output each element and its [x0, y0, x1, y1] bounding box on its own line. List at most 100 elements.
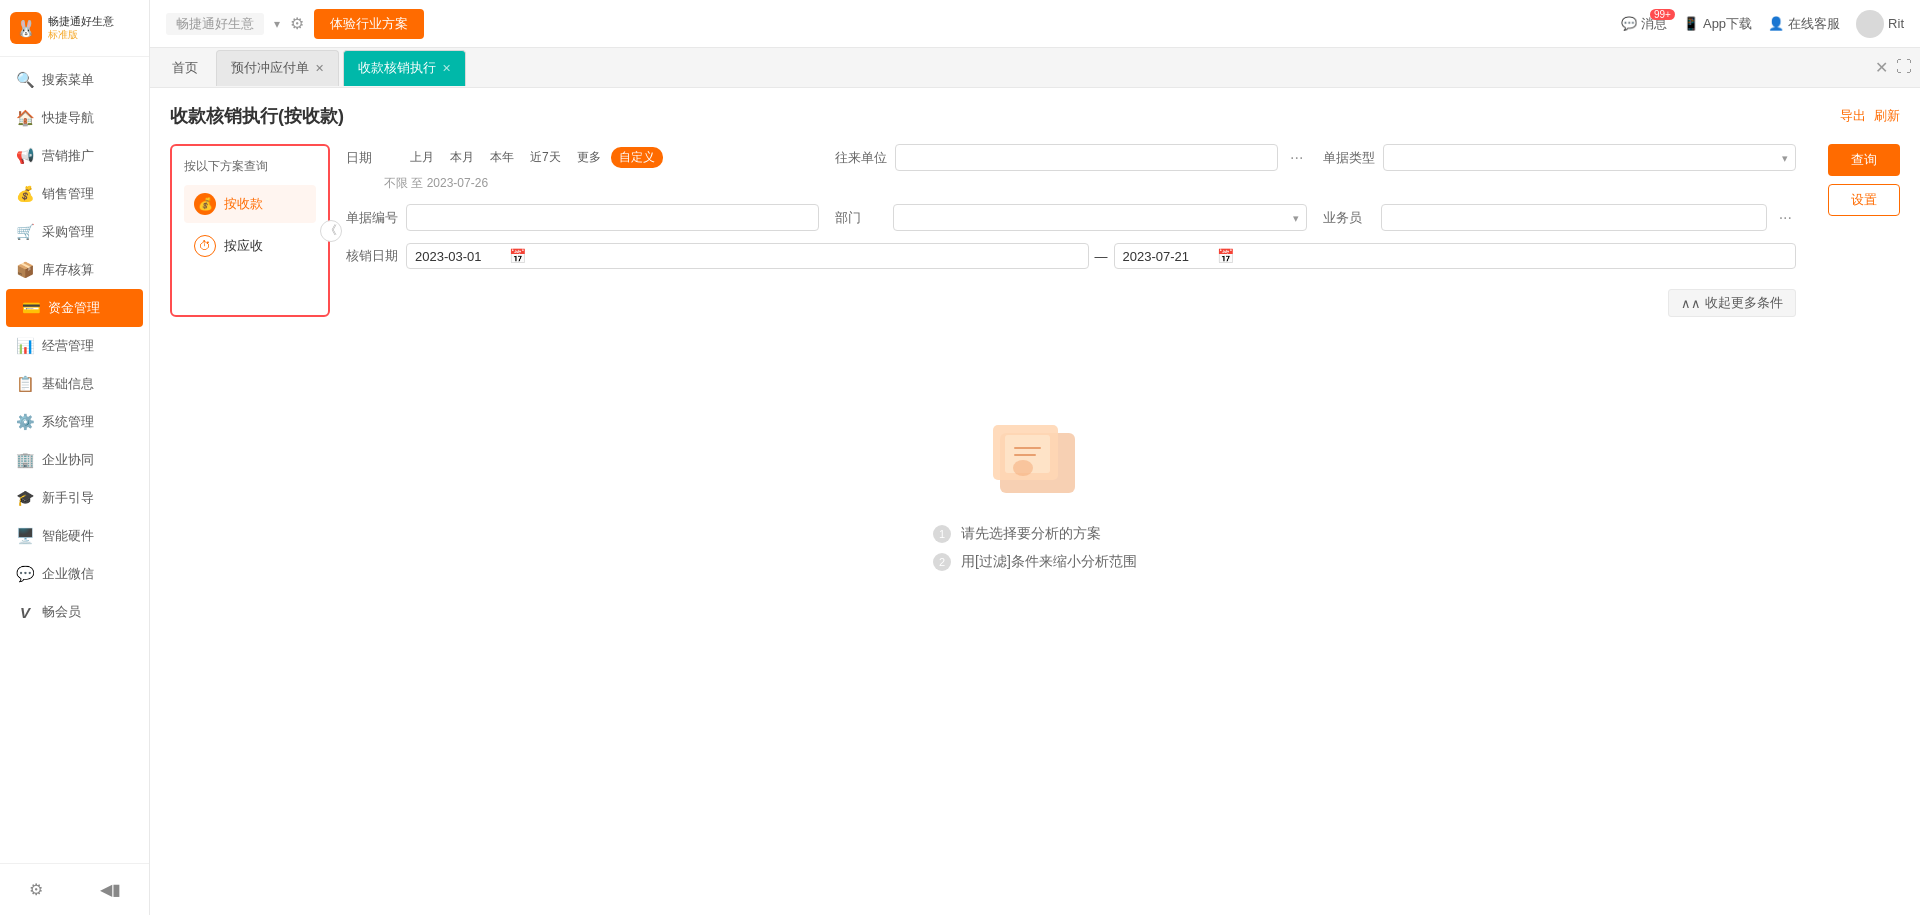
- sidebar-nav: 🔍 搜索菜单 🏠 快捷导航 📢 营销推广 💰 销售管理 🛒 采购管理 📦 库存核…: [0, 57, 149, 863]
- sidebar-item-wechat[interactable]: 💬 企业微信: [0, 555, 149, 593]
- export-btn[interactable]: 导出: [1840, 107, 1866, 125]
- receivable-filter-icon: ⏱: [194, 235, 216, 257]
- page-container: 收款核销执行(按收款) 导出 刷新 按以下方案查询 💰 按收款 ⏱: [150, 88, 1920, 915]
- sidebar-item-coop[interactable]: 🏢 企业协同: [0, 441, 149, 479]
- sidebar-item-basic[interactable]: 📋 基础信息: [0, 365, 149, 403]
- messages-btn[interactable]: 💬 消息 99+: [1621, 15, 1667, 33]
- empty-hint-1: 1 请先选择要分析的方案: [933, 519, 1137, 547]
- date-btn-this-month[interactable]: 本月: [444, 147, 480, 168]
- tab-home[interactable]: 首页: [158, 50, 212, 86]
- sidebar-item-quick[interactable]: 🏠 快捷导航: [0, 99, 149, 137]
- sidebar-item-label: 畅会员: [42, 603, 81, 621]
- sidebar-item-label: 快捷导航: [42, 109, 94, 127]
- tab-receipt-label: 收款核销执行: [358, 59, 436, 77]
- filter-option-receivable-label: 按应收: [224, 237, 263, 255]
- maximize-icon[interactable]: ⛶: [1896, 58, 1912, 77]
- sidebar-item-purchase[interactable]: 🛒 采购管理: [0, 213, 149, 251]
- system-nav-icon: ⚙️: [16, 413, 34, 431]
- date-field: 日期 上月 本月 本年 近7天 更多 自定义: [346, 147, 819, 168]
- tab-home-label: 首页: [172, 59, 198, 77]
- refresh-btn[interactable]: 刷新: [1874, 107, 1900, 125]
- sidebar-item-inventory[interactable]: 📦 库存核算: [0, 251, 149, 289]
- date-btn-last-month[interactable]: 上月: [404, 147, 440, 168]
- sidebar-item-search[interactable]: 🔍 搜索菜单: [0, 61, 149, 99]
- department-field: 部门: [835, 204, 1308, 231]
- user-profile-btn[interactable]: Rit: [1856, 10, 1904, 38]
- sidebar-item-marketing[interactable]: 📢 营销推广: [0, 137, 149, 175]
- empty-state: 1 请先选择要分析的方案 2 用[过滤]条件来缩小分析范围: [170, 333, 1900, 655]
- staff-ellipsis-icon[interactable]: ···: [1775, 209, 1796, 227]
- doc-type-select[interactable]: [1383, 144, 1796, 171]
- date-btn-custom[interactable]: 自定义: [611, 147, 663, 168]
- sidebar-item-business[interactable]: 📊 经营管理: [0, 327, 149, 365]
- sidebar-item-label: 企业协同: [42, 451, 94, 469]
- user-avatar: [1856, 10, 1884, 38]
- doc-type-label: 单据类型: [1323, 149, 1375, 167]
- tab-receipt-close-icon[interactable]: ✕: [442, 62, 451, 75]
- sidebar-item-label: 基础信息: [42, 375, 94, 393]
- form-row-2: 单据编号 部门: [346, 204, 1796, 231]
- sales-nav-icon: 💰: [16, 185, 34, 203]
- doc-type-select-wrap: [1383, 144, 1796, 171]
- finance-nav-icon: 💳: [22, 299, 40, 317]
- filter-option-receipt[interactable]: 💰 按收款: [184, 185, 316, 223]
- doc-type-field: 单据类型: [1323, 144, 1796, 171]
- header-dropdown-btn[interactable]: ▾: [274, 17, 280, 31]
- search-nav-icon: 🔍: [16, 71, 34, 89]
- dept-select[interactable]: [893, 204, 1308, 231]
- settings-bottom-btn[interactable]: ⚙: [21, 872, 51, 907]
- wechat-nav-icon: 💬: [16, 565, 34, 583]
- online-service-btn[interactable]: 👤 在线客服: [1768, 15, 1840, 33]
- staff-label: 业务员: [1323, 209, 1373, 227]
- staff-input[interactable]: [1381, 204, 1766, 231]
- collapse-conditions-btn[interactable]: ∧∧ 收起更多条件: [1668, 289, 1796, 317]
- header-settings-icon[interactable]: ⚙: [290, 14, 304, 33]
- partner-input[interactable]: [895, 144, 1278, 171]
- sidebar-item-guide[interactable]: 🎓 新手引导: [0, 479, 149, 517]
- tab-receipt[interactable]: 收款核销执行 ✕: [343, 50, 466, 86]
- sidebar-item-label: 营销推广: [42, 147, 94, 165]
- close-tab-icon[interactable]: ✕: [1875, 58, 1888, 77]
- app-download-btn[interactable]: 📱 App下载: [1683, 15, 1752, 33]
- collapse-sidebar-btn[interactable]: ◀▮: [92, 872, 129, 907]
- logo-name: 畅捷通好生意: [48, 14, 114, 28]
- date-btn-this-year[interactable]: 本年: [484, 147, 520, 168]
- basic-nav-icon: 📋: [16, 375, 34, 393]
- sidebar-item-member[interactable]: V 畅会员: [0, 593, 149, 631]
- main-area: 畅捷通好生意 ▾ ⚙ 体验行业方案 💬 消息 99+ 📱 App下载 👤 在线客…: [150, 0, 1920, 915]
- verify-date-range: 2023-03-01 📅 — 2023-07-21 📅: [406, 243, 1796, 269]
- calendar-end-icon[interactable]: 📅: [1217, 248, 1234, 264]
- staff-field: 业务员 ···: [1323, 204, 1796, 231]
- filter-option-receivable[interactable]: ⏱ 按应收: [184, 227, 316, 265]
- top-header: 畅捷通好生意 ▾ ⚙ 体验行业方案 💬 消息 99+ 📱 App下载 👤 在线客…: [150, 0, 1920, 48]
- header-left: 畅捷通好生意 ▾ ⚙ 体验行业方案: [166, 9, 424, 39]
- verify-date-start-wrap: 2023-03-01 📅: [406, 243, 1089, 269]
- query-btn[interactable]: 查询: [1828, 144, 1900, 176]
- filter-collapse-btn[interactable]: 《: [320, 220, 342, 242]
- date-btn-7days[interactable]: 近7天: [524, 147, 567, 168]
- verify-date-end-input[interactable]: 2023-07-21: [1123, 249, 1213, 264]
- tab-bar-controls: ✕ ⛶: [1875, 58, 1912, 77]
- search-form: 日期 上月 本月 本年 近7天 更多 自定义: [346, 144, 1796, 317]
- settings-btn[interactable]: 设置: [1828, 184, 1900, 216]
- sidebar-item-system[interactable]: ⚙️ 系统管理: [0, 403, 149, 441]
- partner-ellipsis-icon[interactable]: ···: [1286, 149, 1307, 167]
- empty-text: 1 请先选择要分析的方案 2 用[过滤]条件来缩小分析范围: [933, 519, 1137, 575]
- purchase-nav-icon: 🛒: [16, 223, 34, 241]
- sidebar-item-label: 库存核算: [42, 261, 94, 279]
- tab-bar: 首页 预付冲应付单 ✕ 收款核销执行 ✕ ✕ ⛶: [150, 48, 1920, 88]
- marketing-nav-icon: 📢: [16, 147, 34, 165]
- sidebar-item-label: 搜索菜单: [42, 71, 94, 89]
- verify-date-start-input[interactable]: 2023-03-01: [415, 249, 505, 264]
- tab-prepay[interactable]: 预付冲应付单 ✕: [216, 50, 339, 86]
- tab-prepay-close-icon[interactable]: ✕: [315, 62, 324, 75]
- sidebar-item-finance[interactable]: 💳 资金管理: [6, 289, 143, 327]
- coop-nav-icon: 🏢: [16, 451, 34, 469]
- date-btn-more[interactable]: 更多: [571, 147, 607, 168]
- sidebar-item-hardware[interactable]: 🖥️ 智能硬件: [0, 517, 149, 555]
- date-buttons-wrap: 上月 本月 本年 近7天 更多 自定义: [404, 147, 663, 168]
- calendar-start-icon[interactable]: 📅: [509, 248, 526, 264]
- doc-no-input[interactable]: [406, 204, 819, 231]
- industry-solution-btn[interactable]: 体验行业方案: [314, 9, 424, 39]
- sidebar-item-sales[interactable]: 💰 销售管理: [0, 175, 149, 213]
